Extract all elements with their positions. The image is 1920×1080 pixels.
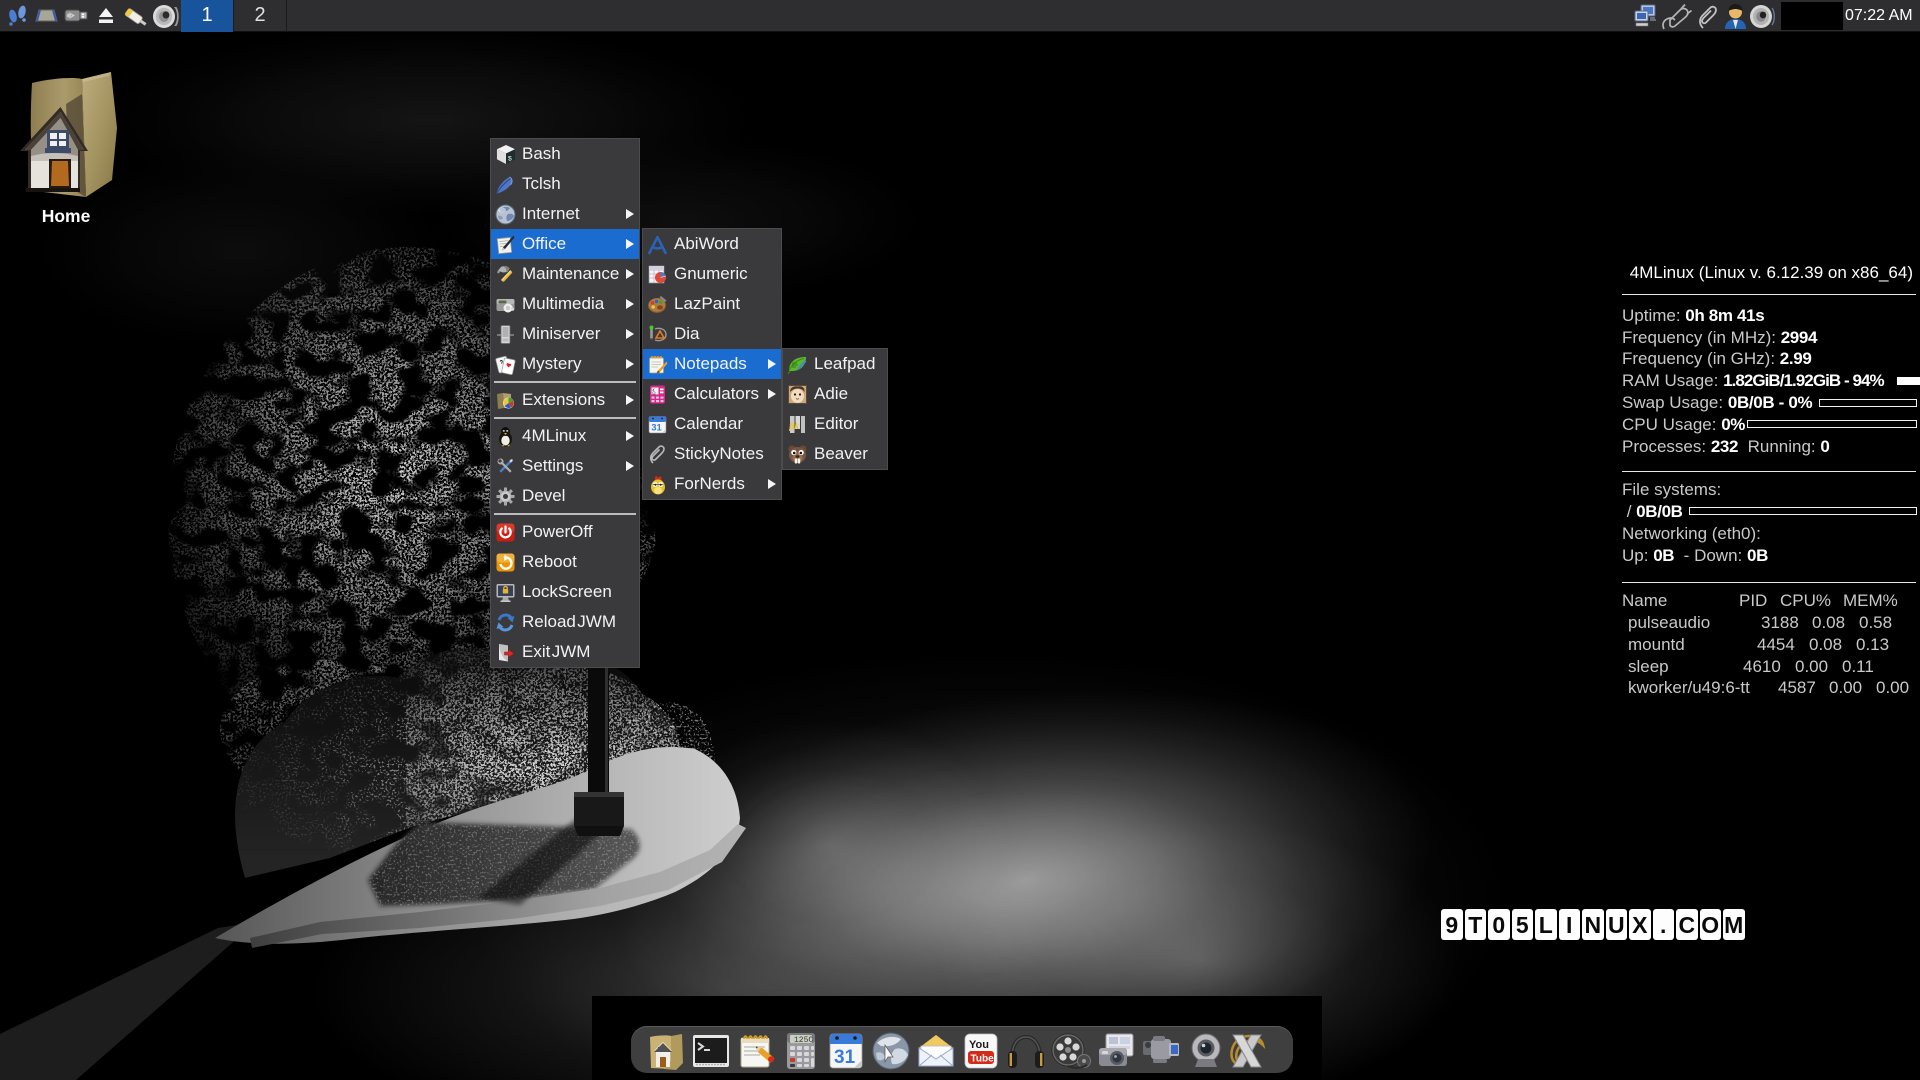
svg-text:$: $ xyxy=(507,154,511,162)
svg-text:You: You xyxy=(969,1039,989,1051)
svg-text:125C: 125C xyxy=(794,1036,813,1045)
svg-text:31: 31 xyxy=(651,422,662,433)
svg-text:31: 31 xyxy=(834,1047,856,1068)
svg-text:Tube: Tube xyxy=(971,1054,995,1065)
svg-text:ftk: ftk xyxy=(789,421,799,431)
